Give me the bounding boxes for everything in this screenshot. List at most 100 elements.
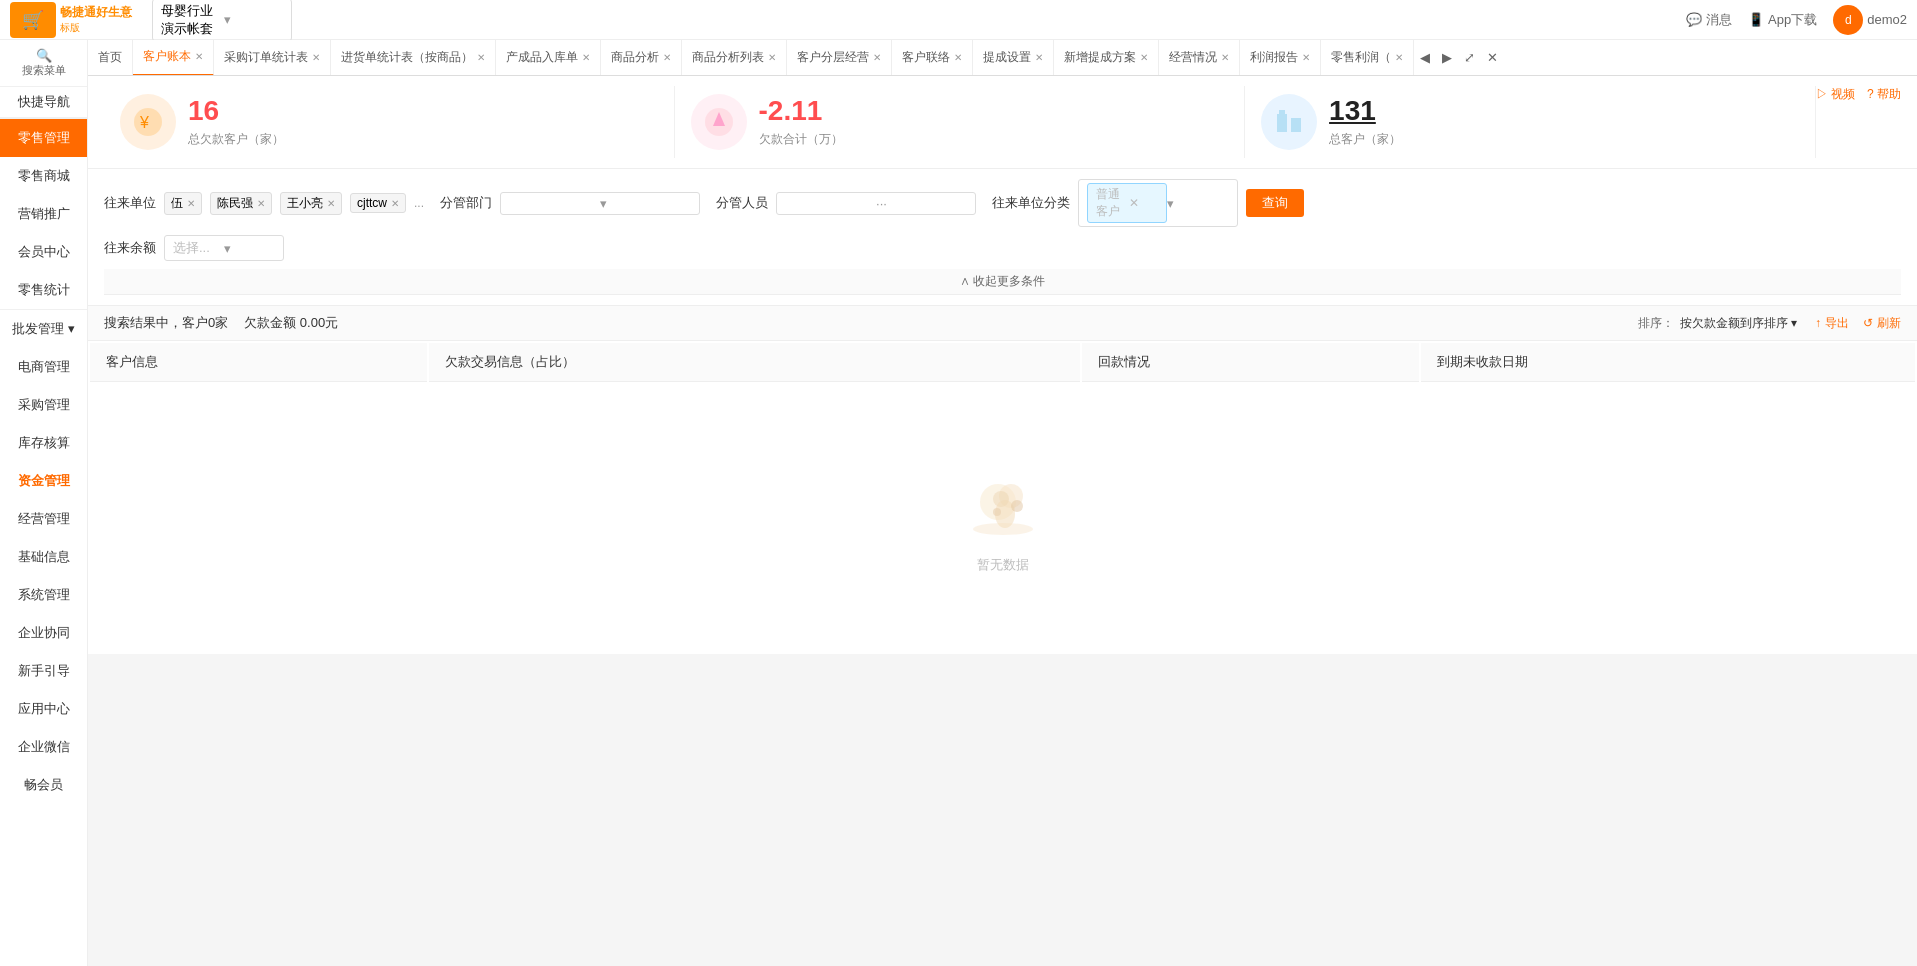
sidebar-item-sys-mgmt[interactable]: 系统管理 <box>0 576 87 614</box>
tab-customer-ledger[interactable]: 客户账本 ✕ <box>133 40 214 76</box>
sidebar-item-operations[interactable]: 经营管理 <box>0 500 87 538</box>
tab-product-analysis[interactable]: 商品分析 ✕ <box>601 40 682 76</box>
sidebar-item-enterprise-wx[interactable]: 企业微信 <box>0 728 87 766</box>
account-selector-label: 母婴行业演示帐套 <box>161 2 220 38</box>
sidebar: 🔍 搜索菜单 快捷导航 零售管理 零售商城 营销推广 会员中心 零售统计 <box>0 40 88 966</box>
tab-close-icon[interactable]: ✕ <box>1140 52 1148 63</box>
refresh-label: 刷新 <box>1877 315 1901 332</box>
filter-tag-wang-remove[interactable]: ✕ <box>327 198 335 209</box>
help-link[interactable]: ? 帮助 <box>1867 86 1901 103</box>
sidebar-item-vip-member[interactable]: 畅会员 <box>0 766 87 804</box>
app-download-btn[interactable]: 📱 App下载 <box>1748 11 1817 29</box>
tab-profit-report[interactable]: 利润报告 ✕ <box>1240 40 1321 76</box>
logo-subtitle: 标版 <box>60 21 132 35</box>
sidebar-item-member[interactable]: 会员中心 <box>0 233 87 271</box>
balance-filter-select[interactable]: 选择... ▾ <box>164 235 284 261</box>
tab-close-icon[interactable]: ✕ <box>477 52 485 63</box>
unit-class-tag-remove[interactable]: ✕ <box>1129 196 1158 210</box>
chevron-down-icon: ▾ <box>600 196 691 211</box>
tab-home[interactable]: 首页 <box>88 40 133 76</box>
tab-close-icon[interactable]: ✕ <box>1035 52 1043 63</box>
sidebar-item-label: 批发管理 ▾ <box>4 320 83 338</box>
sidebar-item-retail-stats[interactable]: 零售统计 <box>0 271 87 309</box>
tab-close-icon[interactable]: ✕ <box>312 52 320 63</box>
tab-product-analysis-list[interactable]: 商品分析列表 ✕ <box>682 40 787 76</box>
tab-purchase-order-label: 采购订单统计表 <box>224 49 308 66</box>
tab-customer-contact[interactable]: 客户联络 ✕ <box>892 40 973 76</box>
tab-close-icon[interactable]: ✕ <box>582 52 590 63</box>
sidebar-item-batch-mgmt[interactable]: 批发管理 ▾ <box>0 310 87 348</box>
tab-customer-segment[interactable]: 客户分层经营 ✕ <box>787 40 892 76</box>
sidebar-item-ecommerce[interactable]: 电商管理 <box>0 348 87 386</box>
tab-purchase-order[interactable]: 采购订单统计表 ✕ <box>214 40 331 76</box>
table-header-row: 客户信息 欠款交易信息（占比） 回款情况 到期未收款日期 <box>90 343 1915 382</box>
tab-raise-settings[interactable]: 提成设置 ✕ <box>973 40 1054 76</box>
tab-close-all-btn[interactable]: ✕ <box>1481 40 1504 76</box>
unit-class-select[interactable]: 普通客户 ✕ ▾ <box>1078 179 1238 227</box>
sidebar-item-basic-info[interactable]: 基础信息 <box>0 538 87 576</box>
filter-tag-chen-remove[interactable]: ✕ <box>257 198 265 209</box>
sidebar-item-enterprise[interactable]: 企业协同 <box>0 614 87 652</box>
filter-more-btn[interactable]: ... <box>414 196 424 210</box>
stat-label-customers: 总欠款客户（家） <box>188 131 284 148</box>
tab-expand-btn[interactable]: ⤢ <box>1458 40 1481 76</box>
sidebar-item-label: 应用中心 <box>4 700 83 718</box>
filter-tag-cjttcw: cjttcw ✕ <box>350 193 406 213</box>
tab-nav-next[interactable]: ▶ <box>1436 40 1458 76</box>
empty-illustration <box>963 464 1043 544</box>
tab-inbound-stat-label: 进货单统计表（按商品） <box>341 49 473 66</box>
filter-tag-cjttcw-remove[interactable]: ✕ <box>391 198 399 209</box>
sidebar-item-retail-mgmt[interactable]: 零售管理 <box>0 119 87 157</box>
collapse-label: ∧ 收起更多条件 <box>960 274 1045 288</box>
tab-product-inbound[interactable]: 产成品入库单 ✕ <box>496 40 601 76</box>
tab-close-icon[interactable]: ✕ <box>663 52 671 63</box>
video-link[interactable]: ▷ 视频 <box>1816 86 1855 103</box>
sidebar-item-app-center[interactable]: 应用中心 <box>0 690 87 728</box>
sidebar-item-new-guide[interactable]: 新手引导 <box>0 652 87 690</box>
sort-select[interactable]: 按欠款金额到序排序 ▾ <box>1680 315 1797 332</box>
table-area: 客户信息 欠款交易信息（占比） 回款情况 到期未收款日期 <box>88 341 1917 654</box>
person-filter-select[interactable]: ··· <box>776 192 976 215</box>
filter-tag-wu-remove[interactable]: ✕ <box>187 198 195 209</box>
tab-inbound-stat[interactable]: 进货单统计表（按商品） ✕ <box>331 40 496 76</box>
tab-close-icon[interactable]: ✕ <box>1302 52 1310 63</box>
sidebar-item-retail-mall[interactable]: 零售商城 <box>0 157 87 195</box>
tab-close-icon[interactable]: ✕ <box>768 52 776 63</box>
tab-close-icon[interactable]: ✕ <box>1395 52 1403 63</box>
refresh-btn[interactable]: ↺ 刷新 <box>1863 315 1901 332</box>
tab-operation-status[interactable]: 经营情况 ✕ <box>1159 40 1240 76</box>
filter-tag-chen: 陈民强 ✕ <box>210 192 272 215</box>
tab-close-icon[interactable]: ✕ <box>195 51 203 62</box>
tab-close-icon[interactable]: ✕ <box>873 52 881 63</box>
tab-new-raise[interactable]: 新增提成方案 ✕ <box>1054 40 1159 76</box>
user-menu[interactable]: d demo2 <box>1833 5 1907 35</box>
collapse-bar[interactable]: ∧ 收起更多条件 <box>104 269 1901 295</box>
tab-retail-profit-label: 零售利润（ <box>1331 49 1391 66</box>
sidebar-search[interactable]: 🔍 搜索菜单 <box>0 40 87 87</box>
sidebar-item-marketing[interactable]: 营销推广 <box>0 195 87 233</box>
tab-customer-segment-label: 客户分层经营 <box>797 49 869 66</box>
balance-placeholder: 选择... <box>173 239 224 257</box>
tab-retail-profit[interactable]: 零售利润（ ✕ <box>1321 40 1414 76</box>
message-btn[interactable]: 💬 消息 <box>1686 11 1732 29</box>
svg-rect-6 <box>1279 110 1285 114</box>
query-button[interactable]: 查询 <box>1246 189 1304 217</box>
sidebar-item-inventory[interactable]: 库存核算 <box>0 424 87 462</box>
sidebar-item-purchase[interactable]: 采购管理 <box>0 386 87 424</box>
user-name: demo2 <box>1867 12 1907 27</box>
export-btn[interactable]: ↑ 导出 <box>1815 315 1849 332</box>
export-label: 导出 <box>1825 315 1849 332</box>
sidebar-quick-nav[interactable]: 快捷导航 <box>0 87 87 118</box>
top-bar: 🛒 畅捷通好生意 标版 母婴行业演示帐套 ▾ 💬 消息 📱 App下载 d de… <box>0 0 1917 40</box>
sidebar-item-finance[interactable]: 资金管理 <box>0 462 87 500</box>
tab-close-icon[interactable]: ✕ <box>954 52 962 63</box>
dept-filter-select[interactable]: ▾ <box>500 192 700 215</box>
unit-class-tag: 普通客户 ✕ <box>1087 183 1167 223</box>
tab-close-icon[interactable]: ✕ <box>1221 52 1229 63</box>
filter-tag-wang-text: 王小亮 <box>287 195 323 212</box>
tab-operation-status-label: 经营情况 <box>1169 49 1217 66</box>
chevron-down-icon: ▾ <box>224 241 275 256</box>
sidebar-item-label: 资金管理 <box>4 472 83 490</box>
account-selector[interactable]: 母婴行业演示帐套 ▾ <box>152 0 292 42</box>
tab-nav-prev[interactable]: ◀ <box>1414 40 1436 76</box>
